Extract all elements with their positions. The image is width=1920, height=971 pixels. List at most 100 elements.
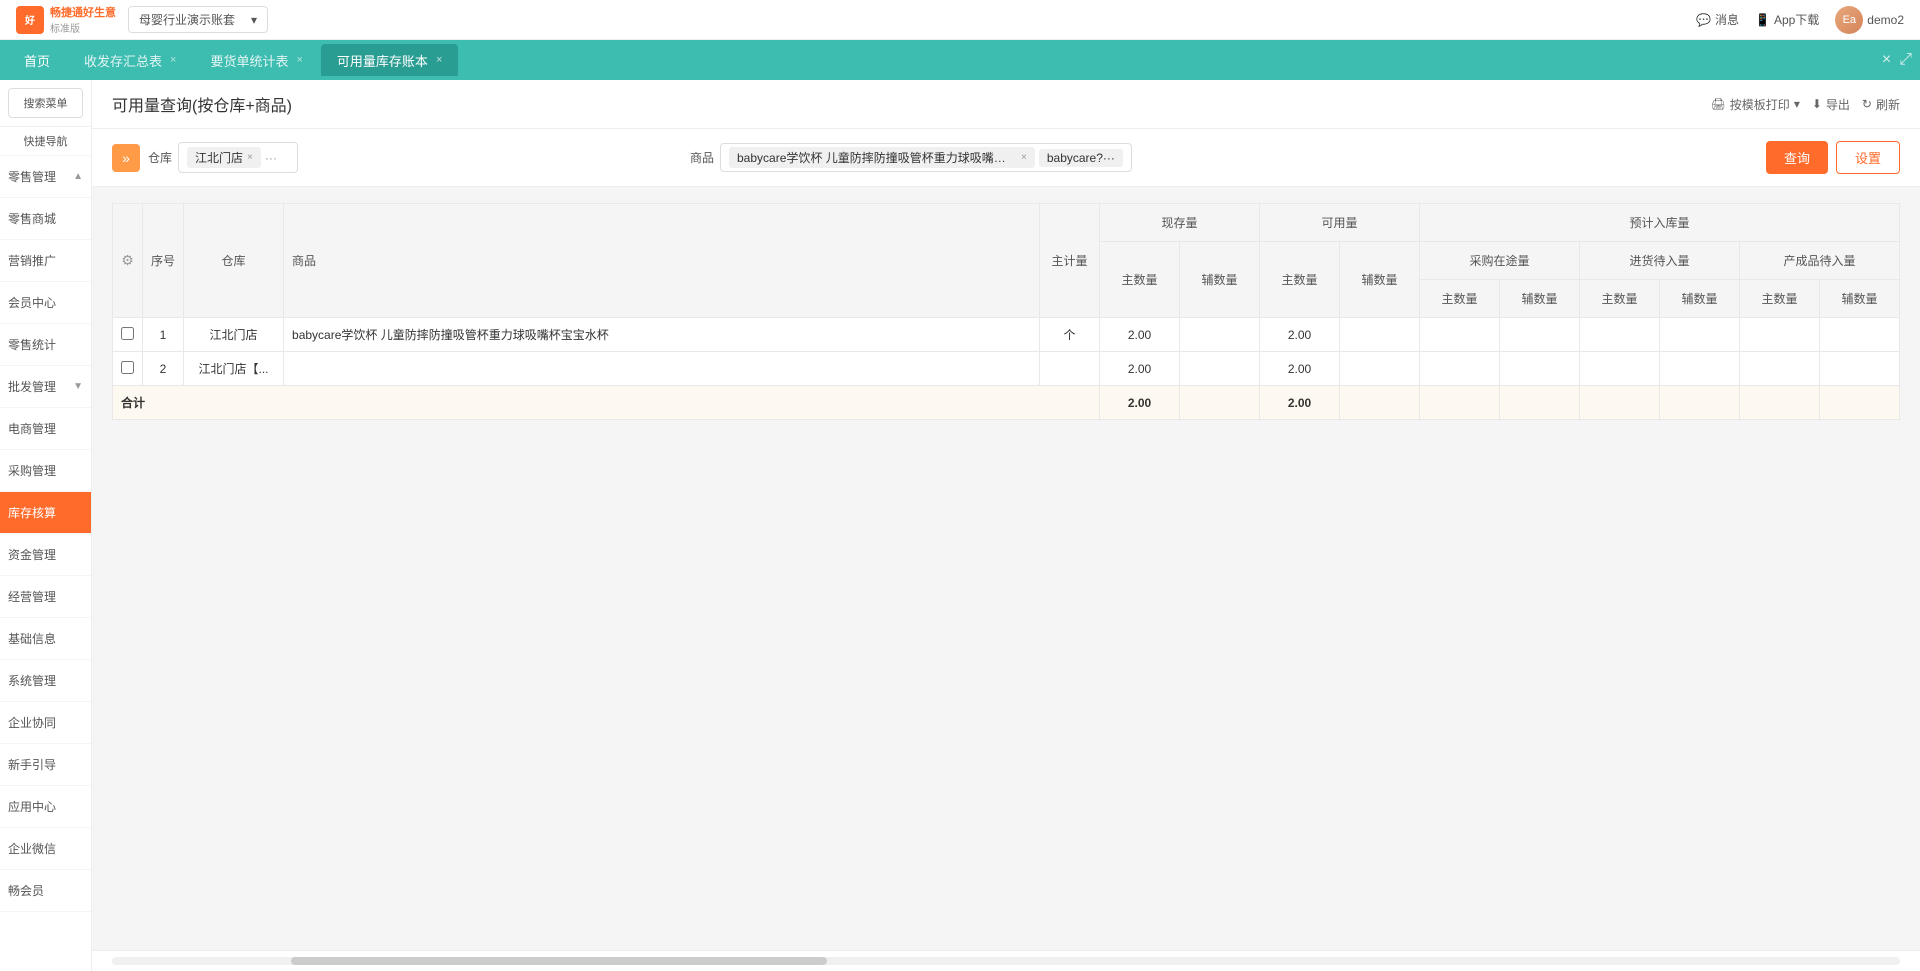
expand-icon: ▼	[73, 381, 83, 392]
table-container[interactable]: ⚙ 序号 仓库 商品 主计量 现存量 可用量 预计入库量 主数量 辅数量 主数量	[92, 187, 1920, 950]
sidebar-item-new-guide[interactable]: 新手引导	[0, 744, 91, 786]
cell-incoming-aux	[1660, 352, 1740, 386]
print-template-action[interactable]: 🖨 按模板打印 ▾	[1711, 96, 1800, 113]
quick-nav-btn[interactable]: 快捷导航	[0, 127, 91, 156]
cell-available-aux	[1340, 352, 1420, 386]
th-purchase-main: 主数量	[1420, 280, 1500, 318]
sidebar-item-enterprise[interactable]: 企业协同	[0, 702, 91, 744]
sidebar-item-retail-store[interactable]: 零售商城	[0, 198, 91, 240]
sidebar-item-app-center[interactable]: 应用中心	[0, 786, 91, 828]
sidebar: 搜索菜单 快捷导航 零售管理 ▲ 零售商城 营销推广 会员中心 零售统计 批发管…	[0, 80, 92, 971]
print-icon: 🖨	[1711, 97, 1726, 111]
filter-expand-btn[interactable]: »	[112, 144, 140, 172]
sidebar-item-enterprise-wechat[interactable]: 企业微信	[0, 828, 91, 870]
cell-no: 2	[143, 352, 184, 386]
top-bar-right: 💬 消息 📱 App下载 Ea demo2	[1696, 6, 1904, 34]
sidebar-item-purchase[interactable]: 采购管理	[0, 450, 91, 492]
main-layout: 搜索菜单 快捷导航 零售管理 ▲ 零售商城 营销推广 会员中心 零售统计 批发管…	[0, 80, 1920, 971]
cell-production-main	[1740, 318, 1820, 352]
user-profile[interactable]: Ea demo2	[1835, 6, 1904, 34]
th-stock-main: 主数量	[1100, 242, 1180, 318]
tab-order-stat[interactable]: 要货单统计表 ×	[194, 44, 318, 76]
cell-production-aux	[1820, 318, 1900, 352]
cell-purchase-aux	[1500, 318, 1580, 352]
sidebar-item-vip[interactable]: 畅会员	[0, 870, 91, 912]
th-available-main: 主数量	[1260, 242, 1340, 318]
refresh-icon: ↻	[1862, 97, 1872, 111]
industry-selector[interactable]: 母婴行业演示账套 ▾	[128, 6, 268, 33]
scrollbar-thumb[interactable]	[291, 957, 827, 965]
logo-icon: 好	[16, 6, 44, 34]
filter-more-icon[interactable]: ···	[265, 151, 277, 165]
expand-btn[interactable]: ⤢	[1899, 51, 1912, 69]
table-row: 2 江北门店【... 2.00 2.00	[113, 352, 1900, 386]
top-bar-left: 好 畅捷通好生意 标准版 母婴行业演示账套 ▾	[16, 4, 268, 35]
close-all-tabs-btn[interactable]: ×	[1882, 51, 1891, 69]
cell-product	[284, 352, 1040, 386]
message-icon: 💬	[1696, 13, 1711, 27]
tab-close-icon[interactable]: ×	[436, 54, 442, 66]
product-input[interactable]: babycare学饮杯 儿童防摔防撞吸管杯重力球吸嘴杯宝宝水杯 × babyca…	[720, 143, 1132, 172]
sidebar-item-system[interactable]: 系统管理	[0, 660, 91, 702]
tab-home[interactable]: 首页	[8, 44, 66, 76]
row-checkbox[interactable]	[121, 361, 134, 374]
product-filter-group: 商品 babycare学饮杯 儿童防摔防撞吸管杯重力球吸嘴杯宝宝水杯 × bab…	[690, 143, 1758, 172]
th-purchase-aux: 辅数量	[1500, 280, 1580, 318]
summary-production-aux	[1820, 386, 1900, 420]
tab-close-icon[interactable]: ×	[296, 54, 302, 66]
summary-purchase-aux	[1500, 386, 1580, 420]
settings-btn[interactable]: 设置	[1836, 141, 1900, 174]
sidebar-item-basic-info[interactable]: 基础信息	[0, 618, 91, 660]
sidebar-item-wholesale-mgmt[interactable]: 批发管理 ▼	[0, 366, 91, 408]
message-action[interactable]: 💬 消息	[1696, 11, 1739, 28]
refresh-action[interactable]: ↻ 刷新	[1862, 96, 1900, 113]
query-btn[interactable]: 查询	[1766, 141, 1828, 174]
horizontal-scrollbar[interactable]	[112, 957, 1900, 965]
summary-available-aux	[1340, 386, 1420, 420]
product-tag-close[interactable]: ×	[1021, 152, 1027, 163]
cell-unit: 个	[1040, 318, 1100, 352]
sidebar-item-marketing[interactable]: 营销推广	[0, 240, 91, 282]
th-incoming-group: 进货待入量	[1580, 242, 1740, 280]
sidebar-item-retail-mgmt[interactable]: 零售管理 ▲	[0, 156, 91, 198]
th-stock-group: 现存量	[1100, 204, 1260, 242]
warehouse-input[interactable]: 江北门店 × ···	[178, 142, 298, 173]
cell-available-aux	[1340, 318, 1420, 352]
cell-stock-aux	[1180, 318, 1260, 352]
sidebar-item-inventory[interactable]: 库存核算	[0, 492, 91, 534]
summary-incoming-aux	[1660, 386, 1740, 420]
row-checkbox[interactable]	[121, 327, 134, 340]
warehouse-tag-close[interactable]: ×	[247, 152, 253, 163]
sidebar-item-retail-stat[interactable]: 零售统计	[0, 324, 91, 366]
cell-purchase-main	[1420, 318, 1500, 352]
summary-purchase-main	[1420, 386, 1500, 420]
summary-stock-aux	[1180, 386, 1260, 420]
summary-label: 合计	[113, 386, 1100, 420]
export-action[interactable]: ⬇ 导出	[1812, 96, 1850, 113]
sidebar-item-ecommerce[interactable]: 电商管理	[0, 408, 91, 450]
chevron-down-icon: ▾	[1794, 97, 1800, 111]
app-download-action[interactable]: 📱 App下载	[1755, 11, 1819, 28]
product-tag-0: babycare学饮杯 儿童防摔防撞吸管杯重力球吸嘴杯宝宝水杯 ×	[729, 147, 1035, 168]
tab-available-stock[interactable]: 可用量库存账本 ×	[321, 44, 458, 76]
tab-close-icon[interactable]: ×	[170, 54, 176, 66]
sidebar-item-member[interactable]: 会员中心	[0, 282, 91, 324]
tab-recv-send[interactable]: 收发存汇总表 ×	[68, 44, 192, 76]
cell-product: babycare学饮杯 儿童防摔防撞吸管杯重力球吸嘴杯宝宝水杯	[284, 318, 1040, 352]
sidebar-item-finance[interactable]: 资金管理	[0, 534, 91, 576]
search-menu-btn[interactable]: 搜索菜单	[8, 88, 83, 118]
cell-incoming-main	[1580, 352, 1660, 386]
nav-right-actions: × ⤢	[1882, 51, 1912, 69]
cell-incoming-aux	[1660, 318, 1740, 352]
cell-purchase-aux	[1500, 352, 1580, 386]
warehouse-tag: 江北门店 ×	[187, 147, 261, 168]
cell-stock-main: 2.00	[1100, 352, 1180, 386]
cell-checkbox[interactable]	[113, 318, 143, 352]
logo-area: 好 畅捷通好生意 标准版	[16, 4, 116, 35]
th-incoming-aux: 辅数量	[1660, 280, 1740, 318]
th-unit: 主计量	[1040, 204, 1100, 318]
th-settings[interactable]: ⚙	[113, 204, 143, 318]
sidebar-item-operation[interactable]: 经营管理	[0, 576, 91, 618]
cell-checkbox[interactable]	[113, 352, 143, 386]
table-footer	[92, 950, 1920, 971]
